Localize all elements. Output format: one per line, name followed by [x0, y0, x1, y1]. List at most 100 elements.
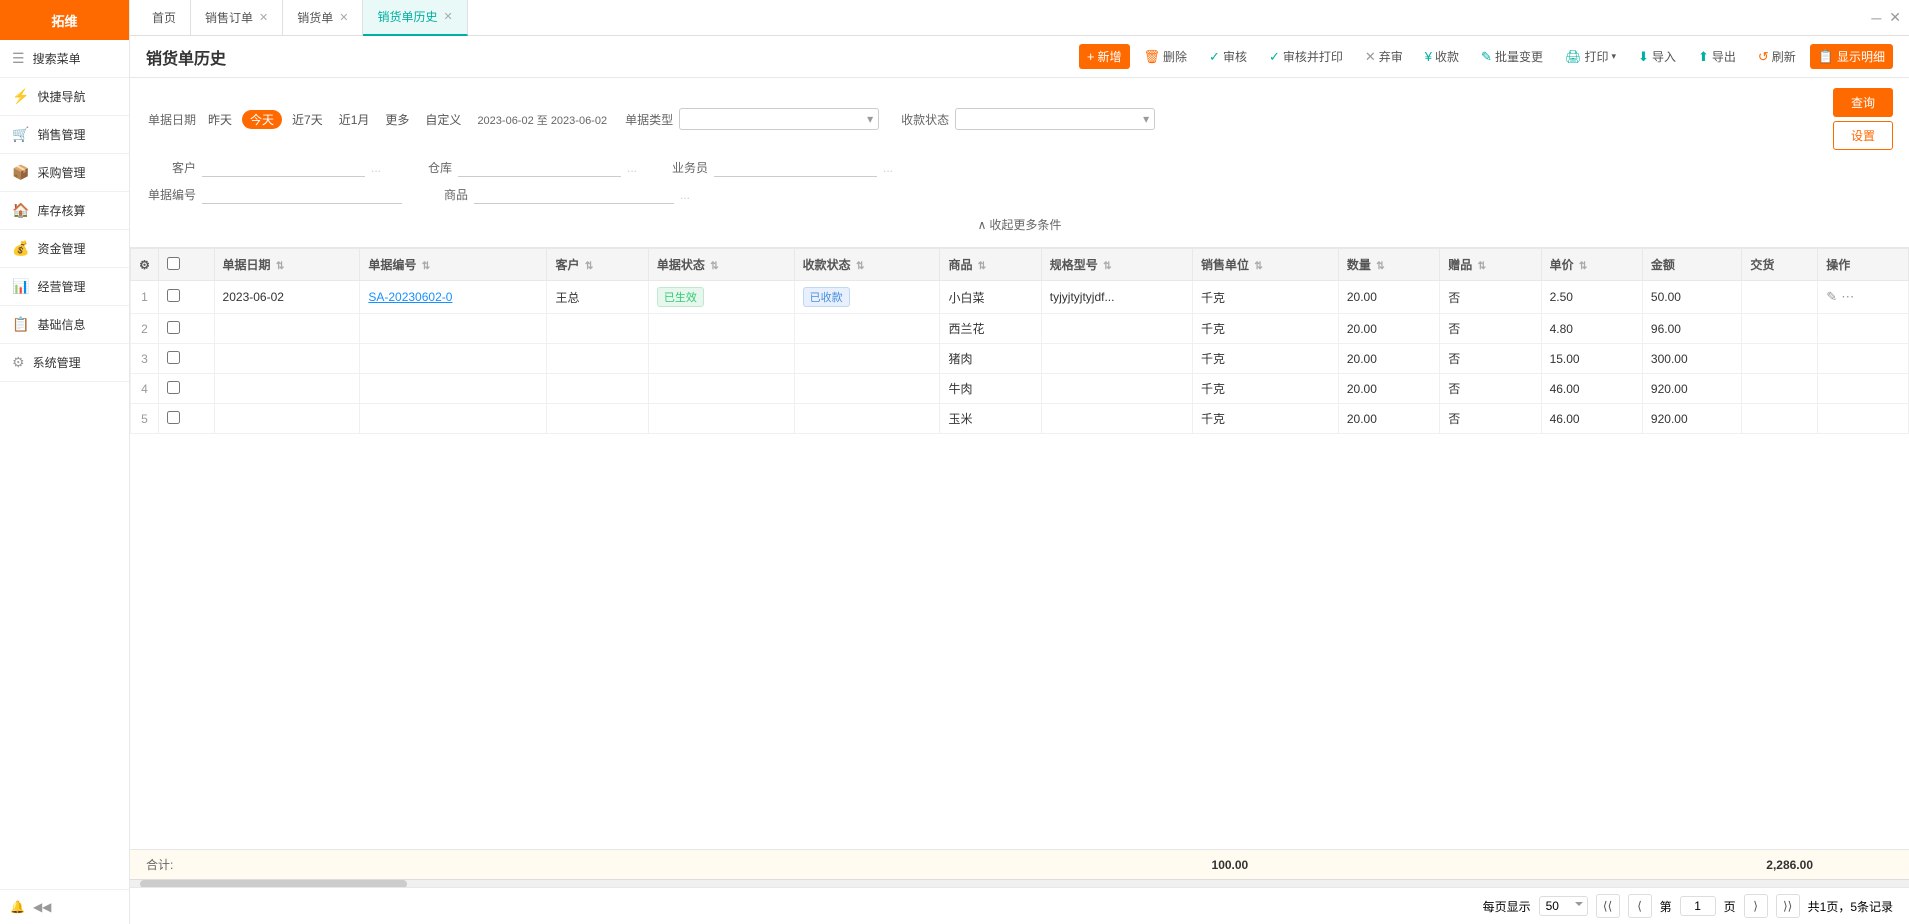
pay-status-select[interactable]: [955, 108, 1155, 130]
row-checkbox[interactable]: [159, 344, 215, 374]
cell-action[interactable]: ✎⋯: [1818, 281, 1909, 314]
col-price[interactable]: 单价 ⇅: [1541, 249, 1642, 281]
window-minimize-icon[interactable]: ─: [1871, 10, 1881, 26]
row-checkbox[interactable]: [159, 281, 215, 314]
cell-action[interactable]: [1818, 374, 1909, 404]
row-checkbox-input[interactable]: [167, 289, 180, 302]
goods-input[interactable]: [474, 185, 674, 204]
row-checkbox[interactable]: [159, 404, 215, 434]
tab-sales-order[interactable]: 销售订单 ✕: [191, 0, 283, 36]
cell-doc-no[interactable]: [360, 314, 547, 344]
date-tag-today[interactable]: 今天: [242, 110, 282, 129]
new-button[interactable]: + 新增: [1079, 44, 1130, 69]
date-tag-custom[interactable]: 自定义: [419, 110, 467, 129]
sidebar-item-ops-mgmt[interactable]: 📊 经营管理: [0, 268, 129, 306]
collect-button[interactable]: ¥ 收款: [1417, 44, 1467, 69]
close-tab-history-icon[interactable]: ✕: [444, 10, 453, 23]
more-action-icon[interactable]: ⋯: [1841, 289, 1854, 304]
collapse-button[interactable]: ∧ 收起更多条件: [974, 212, 1066, 237]
query-button[interactable]: 查询: [1833, 88, 1893, 117]
sidebar-item-sales-mgmt[interactable]: 🛒 销售管理: [0, 116, 129, 154]
sidebar-item-finance-mgmt[interactable]: 💰 资金管理: [0, 230, 129, 268]
cell-doc-no[interactable]: [360, 374, 547, 404]
col-transaction[interactable]: 交货: [1742, 249, 1818, 281]
page-number-input[interactable]: [1680, 896, 1716, 916]
sort-gift-icon: ⇅: [1478, 261, 1486, 272]
doc-no-link[interactable]: SA-20230602-0: [368, 290, 452, 304]
scrollbar-track[interactable]: [130, 879, 1909, 887]
print-button[interactable]: 🖨 打印 ▾: [1557, 44, 1624, 69]
col-gift[interactable]: 赠品 ⇅: [1440, 249, 1541, 281]
page-prev-button[interactable]: ⟨: [1628, 894, 1652, 918]
tab-sales-delivery-history[interactable]: 销货单历史 ✕: [363, 0, 467, 36]
col-date[interactable]: 单据日期 ⇅: [214, 249, 360, 281]
abandon-button[interactable]: ✕ 弃审: [1357, 44, 1411, 69]
window-close-icon[interactable]: ✕: [1889, 9, 1901, 26]
import-button[interactable]: ⬇ 导入: [1630, 44, 1684, 69]
doc-no-input[interactable]: [202, 185, 402, 204]
close-tab-sales-order-icon[interactable]: ✕: [259, 11, 268, 24]
customer-dots-icon[interactable]: ...: [371, 161, 381, 175]
collapse-sidebar-icon[interactable]: ◀◀: [33, 900, 51, 914]
cell-doc-status: [648, 344, 794, 374]
cell-doc-no[interactable]: [360, 344, 547, 374]
col-goods[interactable]: 商品 ⇅: [940, 249, 1041, 281]
col-doc-no[interactable]: 单据编号 ⇅: [360, 249, 547, 281]
sidebar-item-sys-mgmt[interactable]: ⚙ 系统管理: [0, 344, 129, 382]
salesman-input[interactable]: [714, 158, 877, 177]
page-last-button[interactable]: ⟩⟩: [1776, 894, 1800, 918]
row-checkbox-input[interactable]: [167, 321, 180, 334]
notification-icon[interactable]: 🔔: [10, 900, 25, 914]
col-pay-status[interactable]: 收款状态 ⇅: [794, 249, 940, 281]
row-checkbox-input[interactable]: [167, 381, 180, 394]
row-checkbox[interactable]: [159, 374, 215, 404]
warehouse-dots-icon[interactable]: ...: [627, 161, 637, 175]
date-tag-yesterday[interactable]: 昨天: [202, 110, 238, 129]
cell-doc-no[interactable]: [360, 404, 547, 434]
edit-action-icon[interactable]: ✎: [1826, 289, 1837, 304]
export-button[interactable]: ⬆ 导出: [1690, 44, 1744, 69]
delete-button[interactable]: 🗑 删除: [1136, 44, 1196, 69]
sidebar-item-purchase-mgmt[interactable]: 📦 采购管理: [0, 154, 129, 192]
cell-action[interactable]: [1818, 344, 1909, 374]
per-page-select[interactable]: 50 10 20 100: [1539, 896, 1588, 916]
goods-dots-icon[interactable]: ...: [680, 188, 690, 202]
select-all-checkbox[interactable]: [167, 257, 180, 270]
tab-home[interactable]: 首页: [138, 0, 191, 36]
row-checkbox-input[interactable]: [167, 351, 180, 364]
cell-action[interactable]: [1818, 314, 1909, 344]
cell-action[interactable]: [1818, 404, 1909, 434]
col-settings[interactable]: ⚙: [131, 249, 159, 281]
cell-doc-no[interactable]: SA-20230602-0: [360, 281, 547, 314]
settings-button[interactable]: 设置: [1833, 121, 1893, 150]
col-qty[interactable]: 数量 ⇅: [1338, 249, 1439, 281]
col-spec[interactable]: 规格型号 ⇅: [1041, 249, 1192, 281]
page-next-button[interactable]: ⟩: [1744, 894, 1768, 918]
col-doc-status[interactable]: 单据状态 ⇅: [648, 249, 794, 281]
show-detail-button[interactable]: 📋 显示明细: [1810, 44, 1893, 69]
col-customer[interactable]: 客户 ⇅: [547, 249, 648, 281]
date-tag-1month[interactable]: 近1月: [333, 110, 376, 129]
tab-sales-delivery[interactable]: 销货单 ✕: [283, 0, 363, 36]
date-tag-more[interactable]: 更多: [379, 110, 415, 129]
col-amount[interactable]: 金额: [1642, 249, 1741, 281]
page-first-button[interactable]: ⟨⟨: [1596, 894, 1620, 918]
sidebar-item-basic-info[interactable]: 📋 基础信息: [0, 306, 129, 344]
doc-type-select[interactable]: [679, 108, 879, 130]
col-unit[interactable]: 销售单位 ⇅: [1193, 249, 1339, 281]
audit-button[interactable]: ✓ 审核: [1201, 44, 1255, 69]
customer-input[interactable]: [202, 158, 365, 177]
close-tab-sales-delivery-icon[interactable]: ✕: [339, 11, 348, 24]
date-tag-7days[interactable]: 近7天: [286, 110, 329, 129]
sidebar-item-search-menu[interactable]: ☰ 搜索菜单: [0, 40, 129, 78]
sidebar-item-quick-nav[interactable]: ⚡ 快捷导航: [0, 78, 129, 116]
col-checkbox[interactable]: [159, 249, 215, 281]
salesman-dots-icon[interactable]: ...: [883, 161, 893, 175]
batch-change-button[interactable]: ✎ 批量变更: [1473, 44, 1551, 69]
warehouse-input[interactable]: [458, 158, 621, 177]
row-checkbox[interactable]: [159, 314, 215, 344]
refresh-button[interactable]: ↺ 刷新: [1750, 44, 1804, 69]
sidebar-item-inventory-calc[interactable]: 🏠 库存核算: [0, 192, 129, 230]
row-checkbox-input[interactable]: [167, 411, 180, 424]
audit-print-button[interactable]: ✓ 审核并打印: [1261, 44, 1351, 69]
